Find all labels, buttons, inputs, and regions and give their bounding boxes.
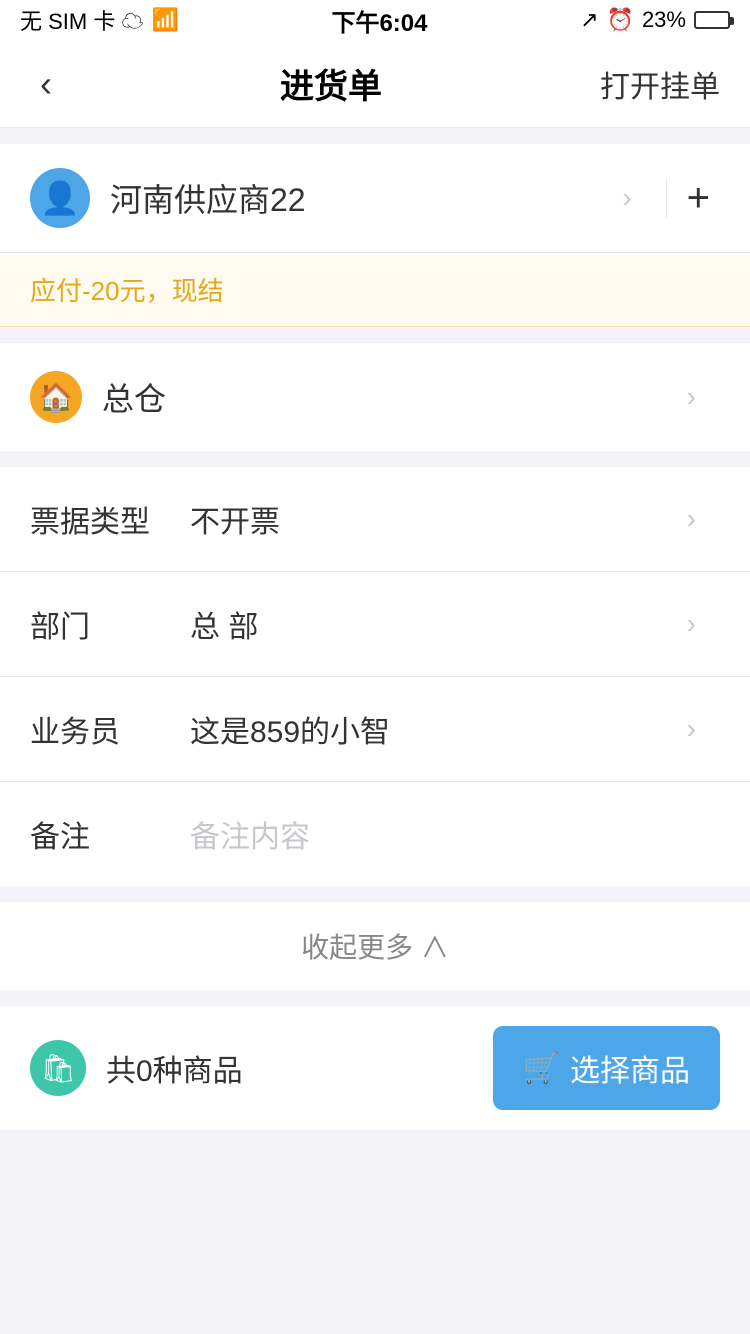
- open-pending-button[interactable]: 打开挂单: [600, 62, 720, 106]
- bottom-bar: 🛍 共0种商品 🛒 选择商品: [0, 1006, 750, 1130]
- product-bag-icon: 🛍: [40, 1052, 76, 1085]
- add-button[interactable]: +: [677, 176, 720, 221]
- sim-label: 无 SIM 卡 ☁: [20, 4, 143, 36]
- warehouse-card[interactable]: 🏠 总仓 ›: [0, 343, 750, 451]
- invoice-type-value: 不开票: [190, 497, 687, 541]
- invoice-type-label: 票据类型: [30, 497, 170, 541]
- salesperson-row[interactable]: 业务员 这是859的小智 ›: [0, 677, 750, 782]
- alarm-icon: ⏰: [607, 7, 634, 33]
- department-label: 部门: [30, 602, 170, 646]
- department-row[interactable]: 部门 总 部 ›: [0, 572, 750, 677]
- department-value: 总 部: [190, 602, 687, 646]
- select-product-icon: 🛒: [523, 1051, 560, 1086]
- product-count-label: 共0种商品: [106, 1046, 473, 1090]
- warehouse-icon: 🏠: [30, 371, 82, 423]
- battery-percent: 23%: [642, 7, 686, 33]
- supplier-card: 👤 河南供应商22 › + 应付-20元，现结: [0, 144, 750, 327]
- location-icon: ↗: [580, 7, 598, 33]
- status-bar: 无 SIM 卡 ☁ 📶 下午6:04 ↗ ⏰ 23%: [0, 0, 750, 40]
- remark-label: 备注: [30, 812, 170, 856]
- notice-banner: 应付-20元，现结: [0, 253, 750, 327]
- avatar-icon: 👤: [40, 179, 80, 217]
- collapse-row[interactable]: 收起更多 ∧: [0, 902, 750, 990]
- remark-input[interactable]: 备注内容: [190, 812, 720, 856]
- battery-icon: [694, 11, 730, 29]
- content: 👤 河南供应商22 › + 应付-20元，现结 🏠 总仓 › 票据类型 不开票 …: [0, 128, 750, 1130]
- warehouse-row[interactable]: 🏠 总仓 ›: [0, 343, 750, 451]
- wifi-icon: 📶: [151, 7, 178, 33]
- warehouse-name: 总仓: [102, 374, 687, 420]
- nav-bar: ‹ 进货单 打开挂单: [0, 40, 750, 128]
- form-card: 票据类型 不开票 › 部门 总 部 › 业务员 这是859的小智 › 备注 备注…: [0, 467, 750, 886]
- status-left: 无 SIM 卡 ☁ 📶: [20, 4, 179, 36]
- status-right: ↗ ⏰ 23%: [580, 7, 730, 33]
- salesperson-chevron-icon: ›: [687, 713, 696, 745]
- supplier-name: 河南供应商22: [110, 175, 622, 221]
- collapse-label: 收起更多 ∧: [301, 926, 449, 966]
- back-button[interactable]: ‹: [30, 53, 62, 115]
- invoice-type-chevron-icon: ›: [687, 503, 696, 535]
- supplier-row[interactable]: 👤 河南供应商22 › +: [0, 144, 750, 253]
- page-title: 进货单: [280, 59, 382, 108]
- invoice-type-row[interactable]: 票据类型 不开票 ›: [0, 467, 750, 572]
- salesperson-label: 业务员: [30, 707, 170, 751]
- status-time: 下午6:04: [331, 3, 427, 38]
- remark-row[interactable]: 备注 备注内容: [0, 782, 750, 886]
- supplier-chevron-icon: ›: [622, 182, 631, 214]
- divider: [666, 178, 667, 218]
- department-chevron-icon: ›: [687, 608, 696, 640]
- product-icon: 🛍: [30, 1040, 86, 1096]
- warehouse-chevron-icon: ›: [687, 381, 696, 413]
- select-product-label: 选择商品: [570, 1046, 690, 1090]
- salesperson-value: 这是859的小智: [190, 707, 687, 751]
- supplier-avatar: 👤: [30, 168, 90, 228]
- select-product-button[interactable]: 🛒 选择商品: [493, 1026, 720, 1110]
